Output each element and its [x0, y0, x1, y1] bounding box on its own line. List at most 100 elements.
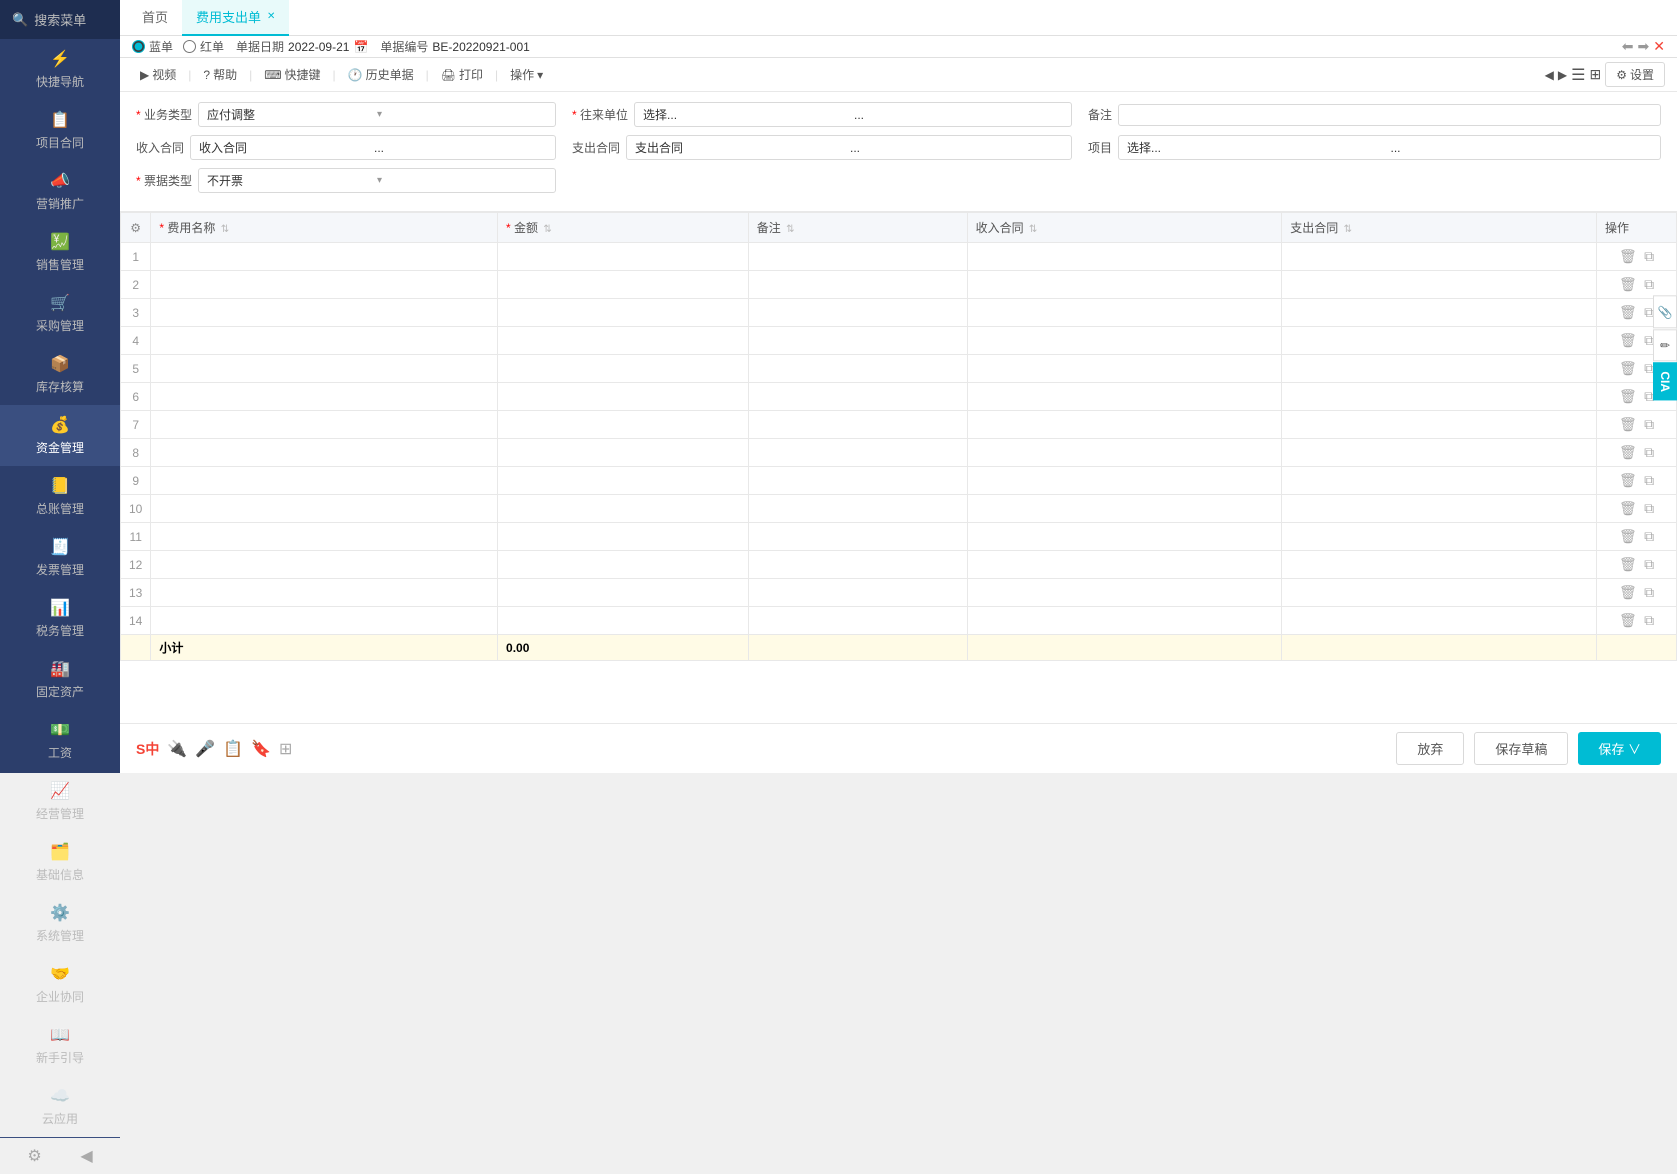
copy-row-icon[interactable]: ⧉ — [1644, 444, 1654, 460]
income-contract-cell[interactable] — [967, 299, 1282, 327]
sidebar-item-new-guide[interactable]: 📖 新手引导 — [0, 1015, 120, 1076]
income-contract-cell[interactable] — [967, 439, 1282, 467]
expense-contract-cell[interactable] — [1282, 579, 1597, 607]
amount-cell[interactable] — [498, 579, 749, 607]
income-contract-cell[interactable] — [967, 243, 1282, 271]
expense-contract-cell[interactable] — [1282, 299, 1597, 327]
grid-footer-icon[interactable]: ⊞ — [279, 739, 292, 759]
bookmark-icon[interactable]: 🔖 — [251, 739, 271, 759]
note-cell[interactable] — [748, 607, 967, 635]
income-contract-cell[interactable] — [967, 355, 1282, 383]
copy-row-icon[interactable]: ⧉ — [1644, 556, 1654, 572]
amount-cell[interactable] — [498, 551, 749, 579]
sidebar-item-project-contract[interactable]: 📋 项目合同 — [0, 100, 120, 161]
delete-row-icon[interactable]: 🗑 — [1619, 304, 1637, 320]
sidebar-item-marketing[interactable]: 📣 营销推广 — [0, 161, 120, 222]
video-btn[interactable]: ▶ 视频 — [132, 63, 184, 86]
delete-row-icon[interactable]: 🗑 — [1619, 332, 1637, 348]
expense-name-cell[interactable] — [151, 243, 498, 271]
income-contract-dots-icon[interactable]: ... — [374, 141, 547, 155]
copy-row-icon[interactable]: ⧉ — [1644, 528, 1654, 544]
sidebar-item-cloud-apps[interactable]: ☁️ 云应用 — [0, 1076, 120, 1137]
sidebar-item-system-mgmt[interactable]: ⚙️ 系统管理 — [0, 893, 120, 954]
note-cell[interactable] — [748, 383, 967, 411]
sidebar-item-enterprise-collab[interactable]: 🤝 企业协同 — [0, 954, 120, 1015]
sidebar-item-purchase-mgmt[interactable]: 🛒 采购管理 — [0, 283, 120, 344]
sort-income-icon[interactable]: ⇅ — [1029, 224, 1037, 235]
income-contract-cell[interactable] — [967, 467, 1282, 495]
sidebar-item-tax-mgmt[interactable]: 📊 税务管理 — [0, 588, 120, 649]
sidebar-item-quick-nav[interactable]: ⚡ 快捷导航 — [0, 39, 120, 100]
delete-row-icon[interactable]: 🗑 — [1619, 360, 1637, 376]
sidebar-item-capital-mgmt[interactable]: 💰 资金管理 — [0, 405, 120, 466]
amount-cell[interactable] — [498, 243, 749, 271]
tab-close-icon[interactable]: ✕ — [267, 11, 275, 22]
income-contract-cell[interactable] — [967, 495, 1282, 523]
sidebar-item-inventory[interactable]: 📦 库存核算 — [0, 344, 120, 405]
sort-expense-icon[interactable]: ⇅ — [1344, 224, 1352, 235]
cia-panel-btn[interactable]: CIA — [1653, 362, 1677, 401]
note-input[interactable] — [1118, 104, 1661, 126]
expense-name-cell[interactable] — [151, 579, 498, 607]
expense-name-cell[interactable] — [151, 551, 498, 579]
view-list-icon[interactable]: ☰ — [1571, 65, 1585, 85]
grid-icon[interactable]: ⊞ — [1589, 66, 1601, 83]
note-cell[interactable] — [748, 299, 967, 327]
sidebar-item-accounting[interactable]: 📒 总账管理 — [0, 466, 120, 527]
amount-cell[interactable] — [498, 383, 749, 411]
delete-row-icon[interactable]: 🗑 — [1619, 500, 1637, 516]
expense-contract-cell[interactable] — [1282, 355, 1597, 383]
expense-name-cell[interactable] — [151, 355, 498, 383]
copy-row-icon[interactable]: ⧉ — [1644, 612, 1654, 628]
shortcut-btn[interactable]: ⌨ 快捷键 — [256, 63, 328, 86]
actions-btn[interactable]: 操作 ▾ — [502, 63, 551, 86]
note-cell[interactable] — [748, 271, 967, 299]
income-contract-cell[interactable] — [967, 411, 1282, 439]
expense-contract-cell[interactable] — [1282, 439, 1597, 467]
save-button[interactable]: 保存 ∨ — [1578, 732, 1661, 765]
copy-row-icon[interactable]: ⧉ — [1644, 500, 1654, 516]
income-contract-cell[interactable] — [967, 579, 1282, 607]
sidebar-item-invoice-mgmt[interactable]: 🧾 发票管理 — [0, 527, 120, 588]
sidebar-search[interactable]: 🔍 搜索菜单 — [0, 0, 120, 39]
calendar-icon[interactable]: 📅 — [353, 40, 368, 54]
sort-note-icon[interactable]: ⇅ — [786, 224, 794, 235]
amount-cell[interactable] — [498, 607, 749, 635]
amount-cell[interactable] — [498, 523, 749, 551]
delete-row-icon[interactable]: 🗑 — [1619, 472, 1637, 488]
delete-row-icon[interactable]: 🗑 — [1619, 416, 1637, 432]
expense-contract-dots-icon[interactable]: ... — [850, 141, 1063, 155]
expense-name-cell[interactable] — [151, 495, 498, 523]
income-contract-cell[interactable] — [967, 327, 1282, 355]
note-cell[interactable] — [748, 495, 967, 523]
note-cell[interactable] — [748, 579, 967, 607]
note-cell[interactable] — [748, 551, 967, 579]
attach-panel-btn[interactable]: 📎 — [1653, 295, 1677, 328]
sort-amount-icon[interactable]: ⇅ — [543, 224, 551, 235]
delete-row-icon[interactable]: 🗑 — [1619, 584, 1637, 600]
discard-button[interactable]: 放弃 — [1396, 732, 1464, 765]
note-cell[interactable] — [748, 439, 967, 467]
prev-record-icon[interactable]: ◀ — [1545, 68, 1554, 82]
delete-row-icon[interactable]: 🗑 — [1619, 556, 1637, 572]
counterpart-select[interactable]: 选择... ... — [634, 102, 1072, 127]
print-btn[interactable]: 🖨 打印 — [433, 63, 491, 86]
expense-name-cell[interactable] — [151, 271, 498, 299]
expense-contract-cell[interactable] — [1282, 523, 1597, 551]
note-cell[interactable] — [748, 523, 967, 551]
amount-cell[interactable] — [498, 271, 749, 299]
plug-icon[interactable]: 🔌 — [167, 739, 187, 759]
tab-expense-bill[interactable]: 费用支出单 ✕ — [182, 0, 289, 36]
copy-row-icon[interactable]: ⧉ — [1644, 276, 1654, 292]
sidebar-item-sales-mgmt[interactable]: 💹 销售管理 — [0, 222, 120, 283]
history-btn[interactable]: 🕐 历史单据 — [340, 63, 422, 86]
expense-contract-cell[interactable] — [1282, 383, 1597, 411]
amount-cell[interactable] — [498, 467, 749, 495]
note-cell[interactable] — [748, 355, 967, 383]
expense-name-cell[interactable] — [151, 607, 498, 635]
note-cell[interactable] — [748, 327, 967, 355]
delete-row-icon[interactable]: 🗑 — [1619, 388, 1637, 404]
expense-name-cell[interactable] — [151, 383, 498, 411]
sort-expense-name-icon[interactable]: ⇅ — [221, 224, 229, 235]
blue-radio-input[interactable] — [132, 40, 145, 53]
